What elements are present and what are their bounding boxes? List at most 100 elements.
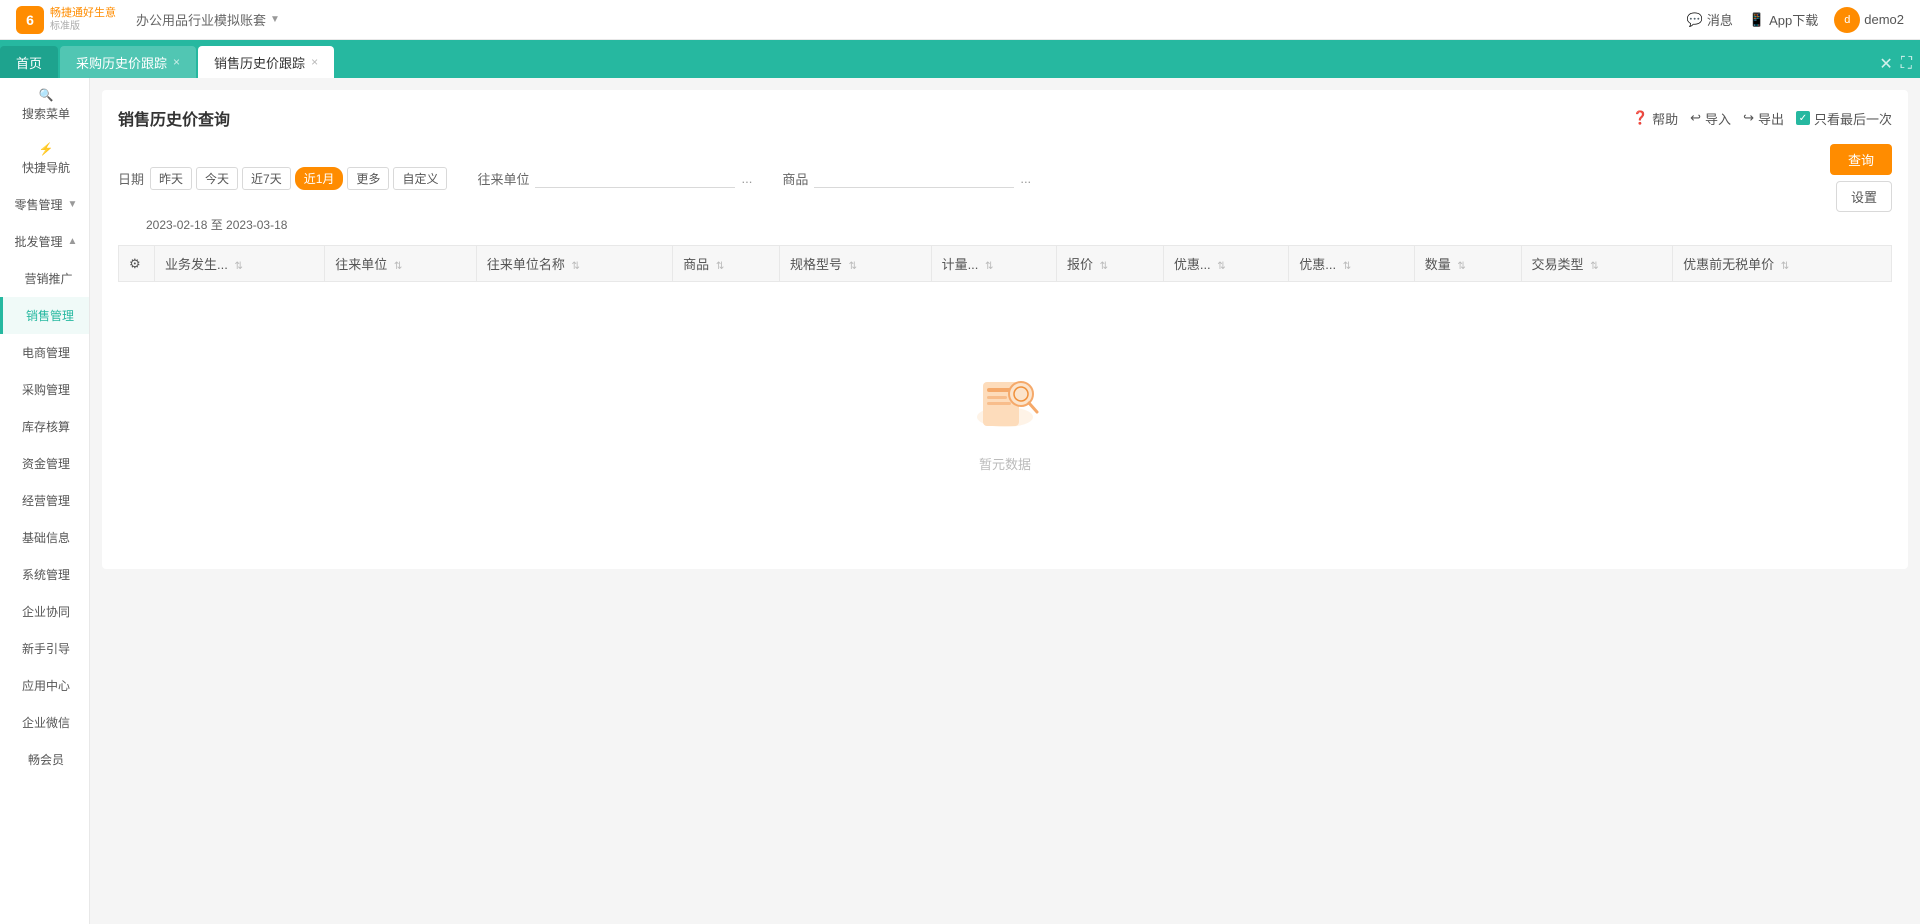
query-button[interactable]: 查询 [1830, 144, 1892, 175]
sidebar-item-marketing[interactable]: 营销推广 [0, 260, 89, 297]
col-trade-type[interactable]: 交易类型 ⇅ [1521, 246, 1673, 282]
col-partner-name-label: 往来单位名称 [487, 257, 565, 272]
logo-subtext: 标准版 [50, 20, 116, 33]
sidebar-item-member[interactable]: 畅会员 [0, 741, 89, 778]
col-trade-type-label: 交易类型 [1532, 257, 1584, 272]
sidebar-item-operations-mgmt[interactable]: 经营管理 [0, 482, 89, 519]
col-pre-tax-price[interactable]: 优惠前无税单价 ⇅ [1673, 246, 1892, 282]
main-layout: 🔍 搜索菜单 ⚡ 快捷导航 零售管理 ▼ 批发管理 ▲ 营销推广 销售管理 电商… [0, 78, 1920, 924]
data-table: ⚙ 业务发生... ⇅ 往来单位 ⇅ 往来单位名称 [118, 245, 1892, 282]
sidebar-item-system-mgmt[interactable]: 系统管理 [0, 556, 89, 593]
export-button[interactable]: ↪ 导出 [1743, 109, 1784, 128]
col-partner-code[interactable]: 往来单位 ⇅ [325, 246, 477, 282]
partner-input[interactable] [535, 168, 735, 188]
app-download-button[interactable]: 📱 App下载 [1749, 10, 1818, 29]
sidebar-item-finance-mgmt[interactable]: 资金管理 [0, 445, 89, 482]
sidebar-item-enterprise-wechat[interactable]: 企业微信 [0, 704, 89, 741]
col-unit[interactable]: 计量... ⇅ [931, 246, 1056, 282]
date-yesterday-btn[interactable]: 昨天 [150, 167, 192, 190]
sidebar-item-basic-info[interactable]: 基础信息 [0, 519, 89, 556]
partner-dots[interactable]: ... [741, 171, 752, 186]
logo-icon: 6 [16, 6, 44, 34]
tab-purchase-history-label: 采购历史价跟踪 [76, 53, 167, 72]
table-header-row: ⚙ 业务发生... ⇅ 往来单位 ⇅ 往来单位名称 [119, 246, 1892, 282]
sort-icon-biz-date: ⇅ [234, 261, 242, 272]
app-name: 办公用品行业模拟账套 [136, 10, 266, 29]
col-quote[interactable]: 报价 ⇅ [1057, 246, 1164, 282]
message-button[interactable]: 💬 消息 [1687, 10, 1733, 29]
settings-button[interactable]: 设置 [1836, 181, 1892, 212]
sort-icon-discount2: ⇅ [1343, 261, 1351, 272]
sort-icon-quantity: ⇅ [1457, 261, 1465, 272]
tab-purchase-history-close[interactable]: × [173, 55, 180, 69]
tab-purchase-history[interactable]: 采购历史价跟踪 × [60, 46, 196, 78]
sidebar-label-enterprise-wechat: 企业微信 [22, 714, 70, 731]
tab-sales-history-close[interactable]: × [311, 55, 318, 69]
tab-sales-history[interactable]: 销售历史价跟踪 × [198, 46, 334, 78]
sidebar-label-search-menu: 搜索菜单 [22, 105, 70, 122]
user-menu[interactable]: d demo2 [1834, 7, 1904, 33]
goods-input[interactable] [814, 168, 1014, 188]
export-icon: ↪ [1743, 110, 1754, 126]
sidebar-label-marketing: 营销推广 [24, 270, 72, 287]
sort-icon-partner-name: ⇅ [571, 261, 579, 272]
col-spec[interactable]: 规格型号 ⇅ [779, 246, 931, 282]
filter-top-row: 日期 昨天 今天 近7天 近1月 更多 自定义 [118, 144, 1892, 212]
filter-buttons: 查询 设置 [1830, 144, 1892, 212]
sidebar-item-inventory[interactable]: 库存核算 [0, 408, 89, 445]
sidebar: 🔍 搜索菜单 ⚡ 快捷导航 零售管理 ▼ 批发管理 ▲ 营销推广 销售管理 电商… [0, 78, 90, 924]
sidebar-label-member: 畅会员 [28, 751, 64, 768]
wholesale-arrow-icon: ▲ [68, 236, 78, 247]
date-1month-btn[interactable]: 近1月 [295, 167, 344, 190]
sidebar-label-operations-mgmt: 经营管理 [22, 492, 70, 509]
sidebar-item-quick-nav[interactable]: ⚡ 快捷导航 [0, 132, 89, 186]
help-button[interactable]: ❓ 帮助 [1632, 109, 1678, 128]
search-menu-icon: 🔍 [39, 88, 54, 102]
col-discount2[interactable]: 优惠... ⇅ [1289, 246, 1414, 282]
date-filter-group: 日期 昨天 今天 近7天 近1月 更多 自定义 [118, 167, 447, 190]
goods-dots[interactable]: ... [1020, 171, 1031, 186]
sidebar-item-ecommerce-mgmt[interactable]: 电商管理 [0, 334, 89, 371]
sidebar-label-wholesale-mgmt: 批发管理 [15, 233, 63, 250]
sidebar-item-retail-mgmt[interactable]: 零售管理 ▼ [0, 186, 89, 223]
col-partner-name[interactable]: 往来单位名称 ⇅ [476, 246, 672, 282]
top-bar-right: 💬 消息 📱 App下载 d demo2 [1687, 7, 1904, 33]
col-biz-date[interactable]: 业务发生... ⇅ [155, 246, 325, 282]
sidebar-label-sales-mgmt: 销售管理 [26, 307, 74, 324]
page-actions: ❓ 帮助 ↩ 导入 ↪ 导出 ✓ 只看最后一次 [1632, 109, 1892, 128]
tab-close-all-button[interactable]: ✕ [1879, 54, 1892, 74]
logo-area: 6 畅捷通好生意 标准版 [16, 6, 116, 34]
sidebar-item-purchase-mgmt[interactable]: 采购管理 [0, 371, 89, 408]
col-quantity[interactable]: 数量 ⇅ [1414, 246, 1521, 282]
only-last-checkbox[interactable]: ✓ 只看最后一次 [1796, 109, 1892, 128]
sidebar-item-sales-mgmt[interactable]: 销售管理 [0, 297, 89, 334]
date-today-btn[interactable]: 今天 [196, 167, 238, 190]
date-7days-btn[interactable]: 近7天 [242, 167, 291, 190]
message-icon: 💬 [1687, 12, 1703, 28]
sidebar-item-new-guide[interactable]: 新手引导 [0, 630, 89, 667]
tab-maximize-button[interactable]: ⛶ [1901, 55, 1912, 73]
sidebar-item-wholesale-mgmt[interactable]: 批发管理 ▲ [0, 223, 89, 260]
sidebar-item-enterprise-collab[interactable]: 企业协同 [0, 593, 89, 630]
sidebar-label-app-center: 应用中心 [22, 677, 70, 694]
sidebar-item-app-center[interactable]: 应用中心 [0, 667, 89, 704]
settings-icon: ⚙ [129, 256, 141, 271]
date-buttons: 昨天 今天 近7天 近1月 更多 自定义 [150, 167, 447, 190]
col-discount2-label: 优惠... [1299, 257, 1336, 272]
goods-label: 商品 [782, 169, 808, 188]
date-more-btn[interactable]: 更多 [347, 167, 389, 190]
sort-icon-goods: ⇅ [716, 261, 724, 272]
col-discount1[interactable]: 优惠... ⇅ [1163, 246, 1288, 282]
col-discount1-label: 优惠... [1174, 257, 1211, 272]
col-goods-label: 商品 [683, 257, 709, 272]
app-selector[interactable]: 办公用品行业模拟账套 ▼ [136, 10, 280, 29]
sidebar-item-search-menu[interactable]: 🔍 搜索菜单 [0, 78, 89, 132]
sidebar-label-new-guide: 新手引导 [22, 640, 70, 657]
date-custom-btn[interactable]: 自定义 [393, 167, 447, 190]
col-quote-label: 报价 [1067, 257, 1093, 272]
tab-home[interactable]: 首页 [0, 46, 58, 78]
col-settings[interactable]: ⚙ [119, 246, 155, 282]
col-goods[interactable]: 商品 ⇅ [673, 246, 780, 282]
filter-left: 日期 昨天 今天 近7天 近1月 更多 自定义 [118, 144, 1892, 233]
import-button[interactable]: ↩ 导入 [1690, 109, 1731, 128]
